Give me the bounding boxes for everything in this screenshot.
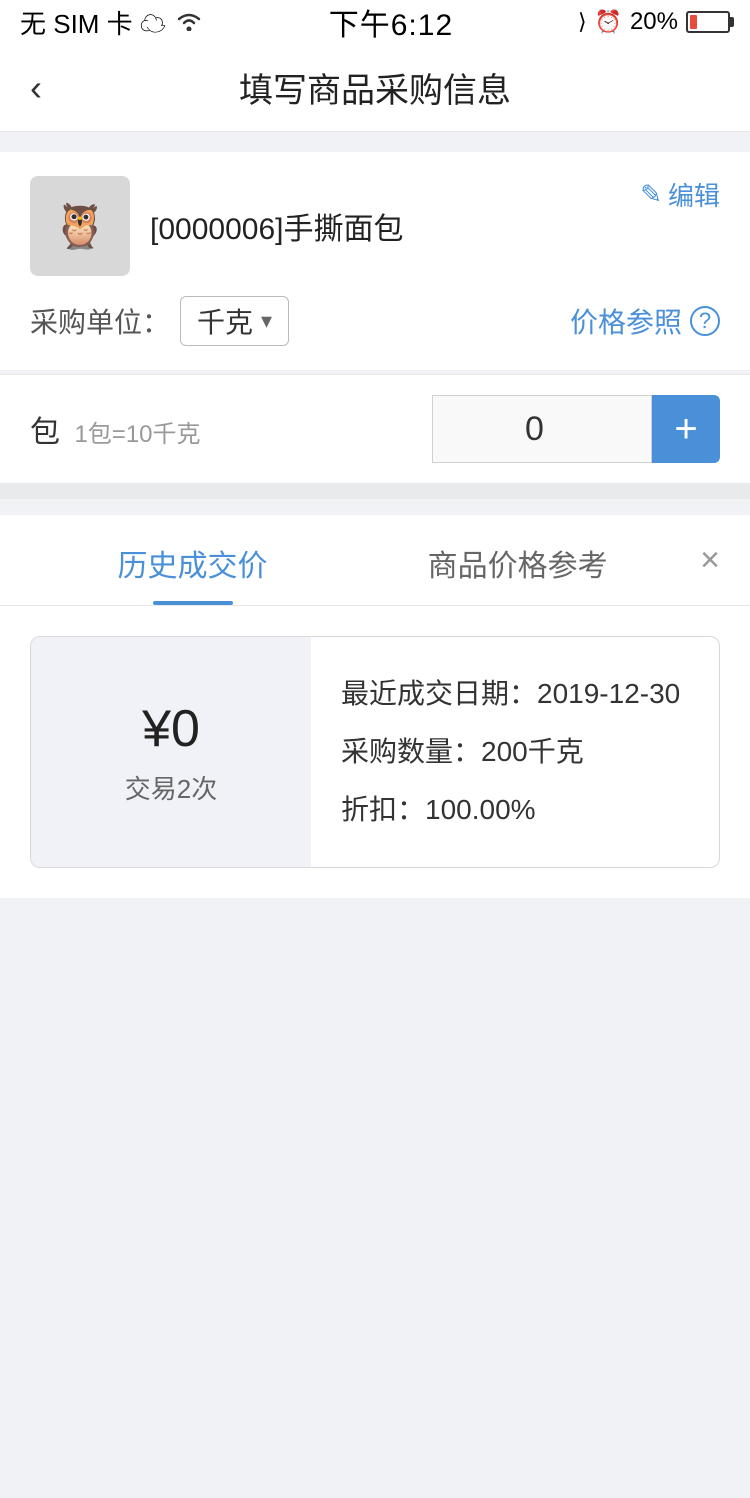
- tab-product-price[interactable]: 商品价格参考: [355, 515, 680, 605]
- discount-label: 折扣：: [341, 794, 425, 825]
- product-row2: 采购单位： 千克 ▾ 价格参照 ?: [30, 296, 720, 346]
- nav-bar: ‹ 填写商品采购信息: [0, 44, 750, 132]
- unit-section: 采购单位： 千克 ▾: [30, 296, 289, 346]
- quantity-plus-button[interactable]: +: [652, 395, 720, 463]
- quantity-label: 采购数量：: [341, 736, 481, 767]
- price-ref-label: 价格参照: [570, 301, 682, 341]
- quantity-value: 200千克: [481, 736, 584, 767]
- history-price-value: ¥0: [142, 699, 200, 759]
- product-name: [0000006]手撕面包: [150, 204, 403, 248]
- quantity-label-group: 包 1包=10千克: [30, 407, 201, 451]
- product-left: 🦉 [0000006]手撕面包: [30, 176, 403, 276]
- unit-value: 千克: [197, 301, 253, 341]
- back-button[interactable]: ‹: [30, 67, 42, 109]
- product-header: 🦉 [0000006]手撕面包 ✎ 编辑: [30, 176, 720, 276]
- history-quantity-row: 采购数量：200千克: [341, 731, 689, 773]
- battery-icon: [686, 11, 730, 33]
- history-discount-row: 折扣：100.00%: [341, 789, 689, 831]
- tab-product-label: 商品价格参考: [428, 550, 608, 583]
- quantity-input-group: +: [432, 395, 720, 463]
- tab-content-history: ¥0 交易2次 最近成交日期：2019-12-30 采购数量：200千克 折扣：…: [0, 606, 750, 898]
- unit-select-dropdown[interactable]: 千克 ▾: [180, 296, 289, 346]
- status-time: 下午6:12: [329, 0, 453, 44]
- product-logo-icon: 🦉: [53, 200, 108, 252]
- section-divider: [0, 483, 750, 499]
- history-price-summary: ¥0 交易2次: [31, 637, 311, 867]
- edit-button[interactable]: ✎ 编辑: [640, 176, 720, 213]
- battery-percent: 20%: [630, 8, 678, 36]
- date-value: 2019-12-30: [537, 678, 680, 709]
- status-bar: 无 SIM 卡 ☁ 下午6:12 ⟩ ⏰ 20%: [0, 0, 750, 44]
- dropdown-arrow-icon: ▾: [261, 308, 272, 334]
- tab-header: 历史成交价 商品价格参考 ×: [0, 515, 750, 606]
- alarm-icon: ⏰: [595, 9, 622, 35]
- product-thumbnail: 🦉: [30, 176, 130, 276]
- edit-icon: ✎: [640, 179, 662, 210]
- page-title: 填写商品采购信息: [239, 63, 511, 112]
- price-ref-button[interactable]: 价格参照 ?: [570, 301, 720, 341]
- tab-panel: 历史成交价 商品价格参考 × ¥0 交易2次 最近成交日期：2019-12-30…: [0, 515, 750, 898]
- package-label: 包: [30, 416, 60, 449]
- edit-label: 编辑: [668, 176, 720, 213]
- package-equiv: 1包=10千克: [74, 421, 200, 448]
- quantity-section: 包 1包=10千克 +: [0, 374, 750, 483]
- main-background: [0, 898, 750, 1498]
- tab-history-label: 历史成交价: [118, 550, 268, 583]
- discount-value: 100.00%: [425, 794, 536, 825]
- tab-close-button[interactable]: ×: [680, 521, 720, 600]
- location-icon: ⟩: [578, 9, 587, 35]
- status-left: 无 SIM 卡 ☁: [20, 4, 204, 41]
- sim-status: 无 SIM 卡 ☁: [20, 4, 166, 41]
- history-date-row: 最近成交日期：2019-12-30: [341, 673, 689, 715]
- tab-history-price[interactable]: 历史成交价: [30, 515, 355, 605]
- help-circle-icon: ?: [690, 306, 720, 336]
- quantity-row: 包 1包=10千克 +: [0, 375, 750, 483]
- status-right: ⟩ ⏰ 20%: [578, 8, 730, 36]
- date-label: 最近成交日期：: [341, 678, 537, 709]
- battery-fill: [690, 15, 697, 29]
- product-card: 🦉 [0000006]手撕面包 ✎ 编辑 采购单位： 千克 ▾ 价格参照 ?: [0, 152, 750, 370]
- history-trade-count: 交易2次: [125, 769, 217, 806]
- history-card: ¥0 交易2次 最近成交日期：2019-12-30 采购数量：200千克 折扣：…: [30, 636, 720, 868]
- quantity-input[interactable]: [432, 395, 652, 463]
- unit-label: 采购单位：: [30, 301, 170, 341]
- wifi-icon: [174, 7, 204, 38]
- history-details: 最近成交日期：2019-12-30 采购数量：200千克 折扣：100.00%: [311, 637, 719, 867]
